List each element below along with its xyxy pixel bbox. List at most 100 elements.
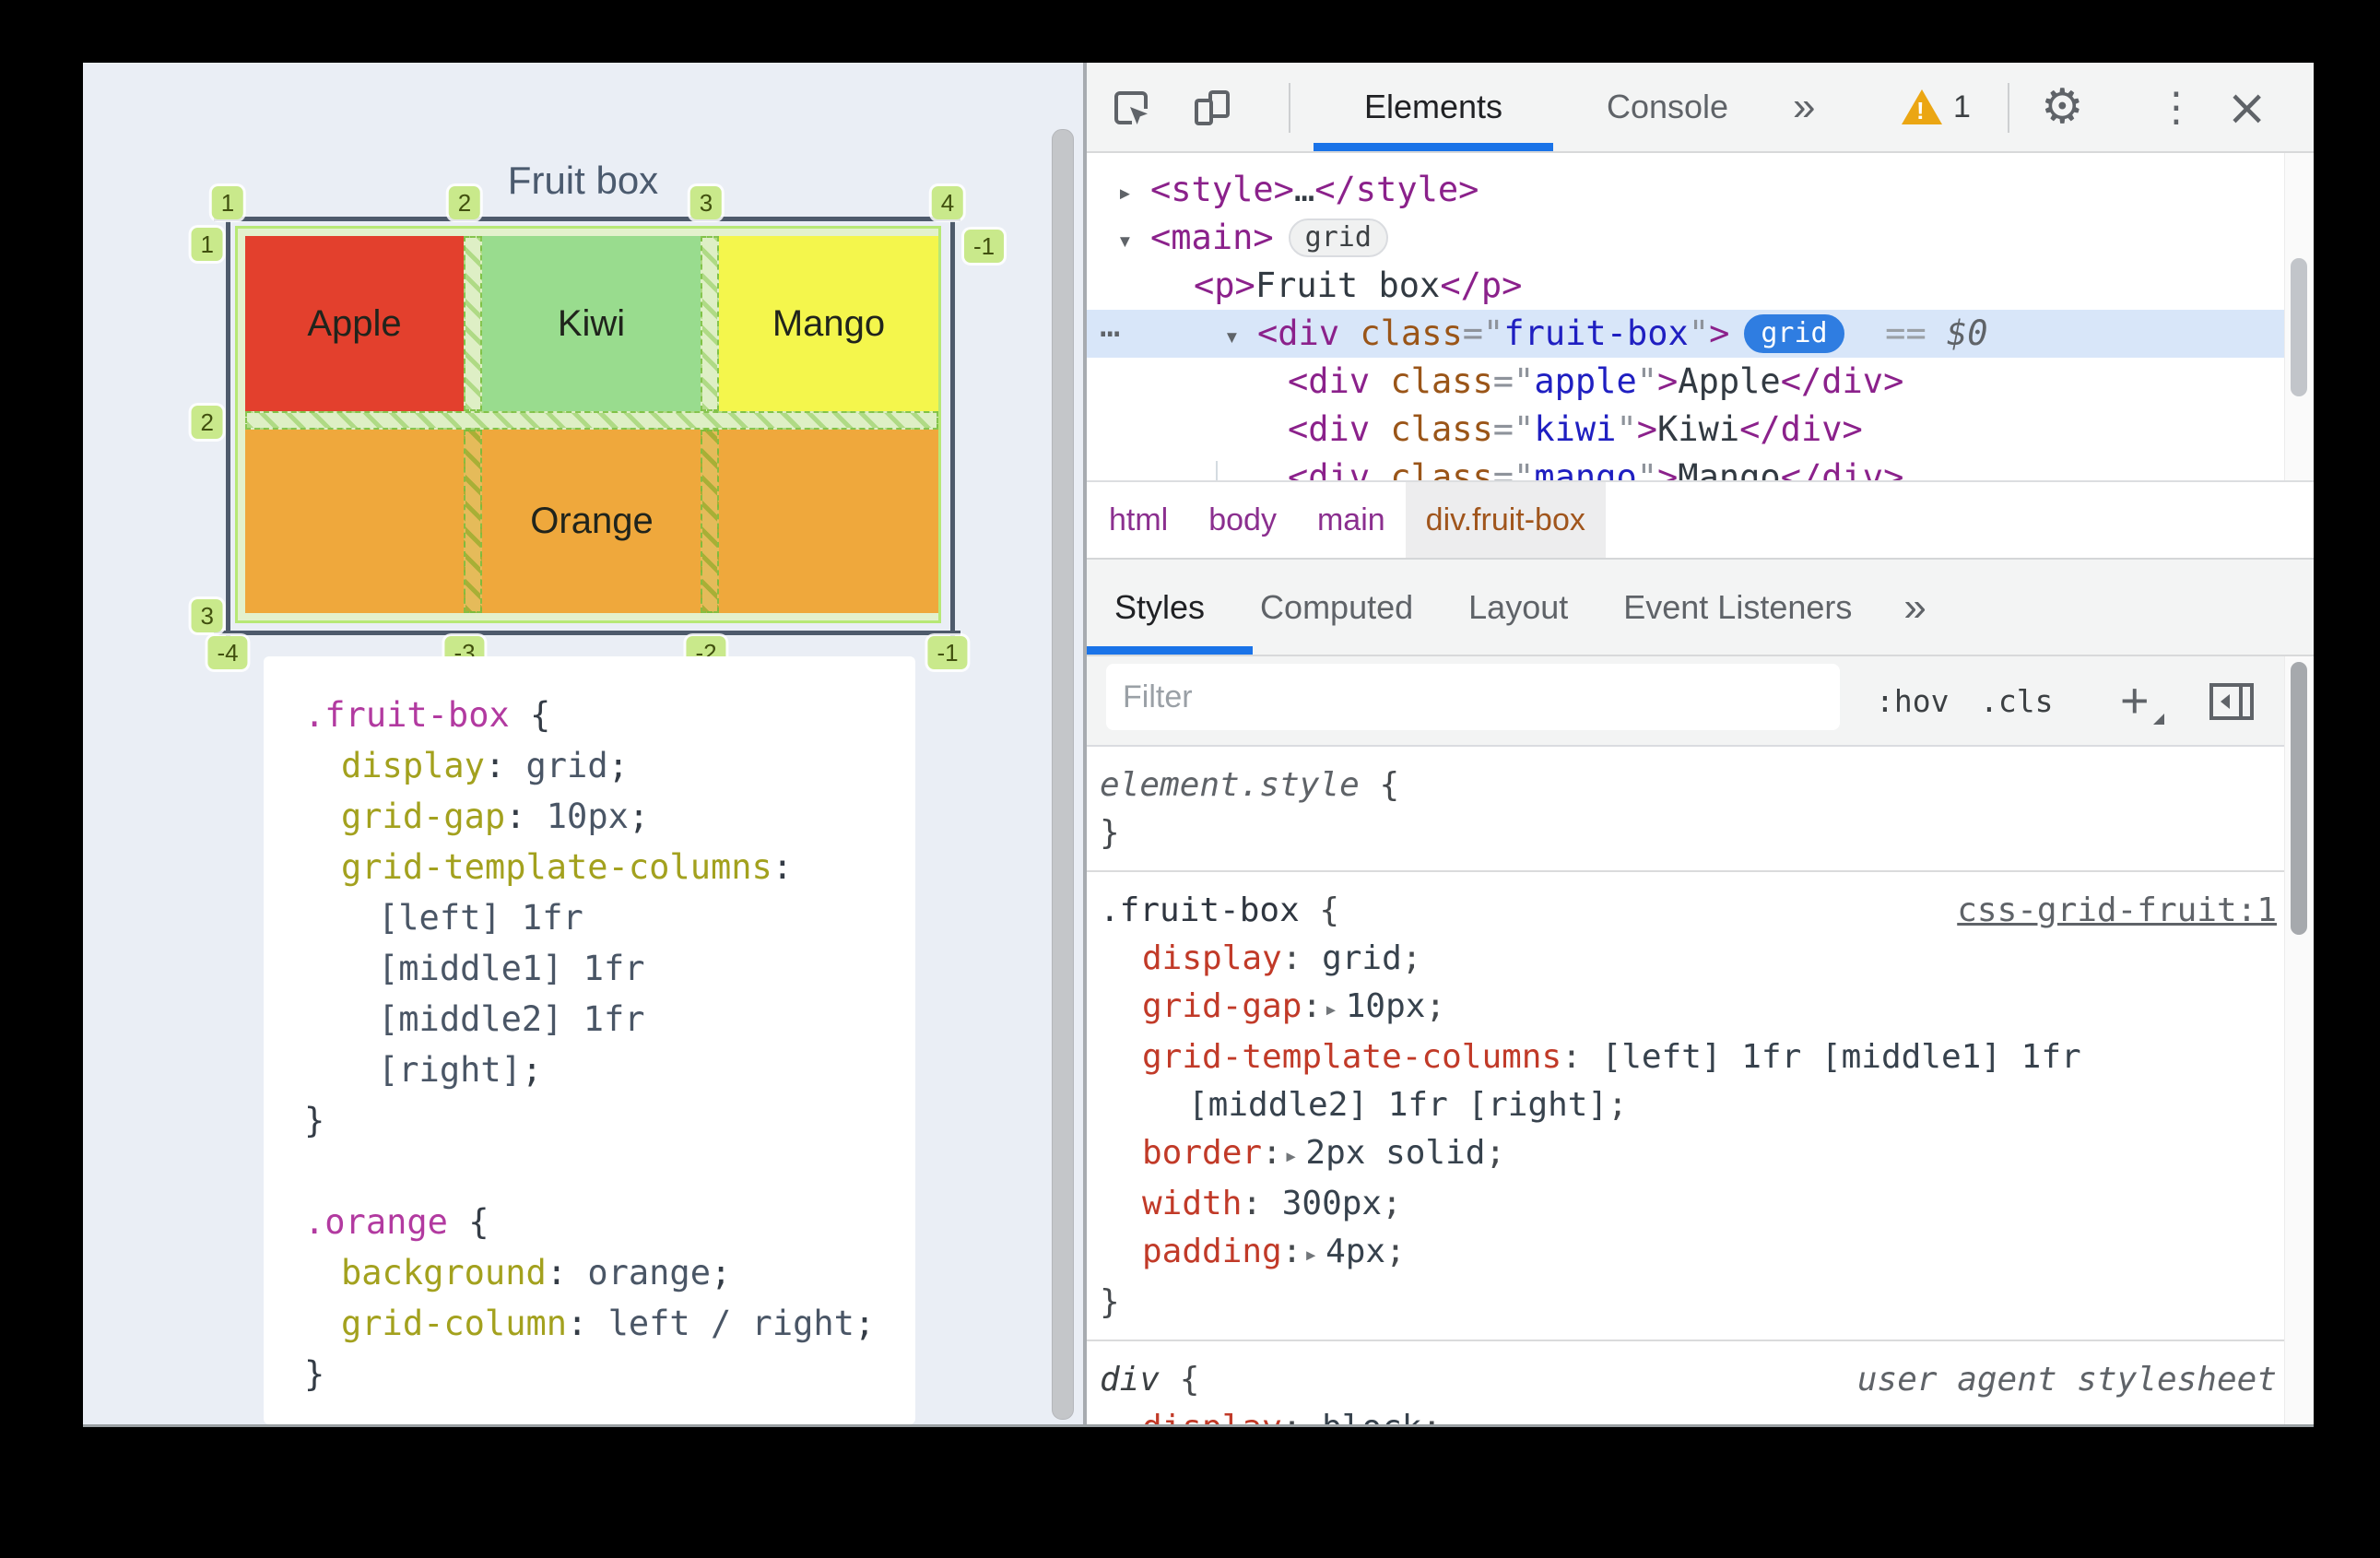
code-token: : [772, 847, 794, 887]
code-token: ; [1485, 1134, 1506, 1172]
inspect-element-icon[interactable] [1109, 86, 1153, 130]
apple-label: Apple [307, 302, 402, 344]
toggle-sidebar-icon[interactable] [2208, 679, 2256, 725]
browser-window: Fruit box Apple Kiwi Mango Orange 1 2 3 … [83, 63, 2314, 1424]
more-tabs-button[interactable]: » [1793, 63, 1815, 151]
kebab-menu-icon[interactable]: ⋮ [2156, 63, 2197, 151]
styles-scrollbar-track[interactable] [2284, 656, 2314, 1424]
code-token: Fruit box [1255, 266, 1441, 305]
warning-counter-button[interactable]: 1 [1902, 63, 1971, 151]
breadcrumb-item-main[interactable]: main [1297, 482, 1406, 558]
code-token: 10px [546, 797, 629, 836]
page-scrollbar-thumb[interactable] [1052, 129, 1074, 1420]
code-token: <div [1288, 457, 1391, 480]
code-line: grid-column: left / right; [304, 1298, 915, 1349]
code-token: <main> [1150, 218, 1274, 257]
code-token: : [1281, 1233, 1302, 1270]
code-token: [right] [378, 1050, 522, 1090]
css-declaration[interactable]: width: 300px; [1100, 1180, 2277, 1228]
orange-label: Orange [530, 501, 654, 541]
device-toolbar-icon[interactable] [1190, 86, 1234, 130]
class-toggle[interactable]: .cls [1980, 656, 2053, 745]
code-line: background: orange; [304, 1247, 915, 1298]
code-token: : [546, 1253, 588, 1292]
css-declaration[interactable]: display: block; [1100, 1404, 2277, 1424]
more-tabs-chevron-icon: » [1793, 84, 1816, 129]
styles-tab-event-listeners[interactable]: Event Listeners [1596, 560, 1879, 655]
code-token: > [1657, 361, 1679, 401]
styles-more-tabs-chevron[interactable]: » [1879, 560, 1950, 655]
code-sample-card: .fruit-box {display: grid; grid-gap: 10px… [264, 656, 915, 1424]
dom-scrollbar-track[interactable] [2284, 153, 2314, 480]
styles-filter-input[interactable] [1106, 664, 1840, 730]
code-line: [left] 1fr [304, 892, 915, 943]
dom-tree-row[interactable]: ⋯ ▾ <div class="fruit-box"> grid == $0 [1087, 310, 2314, 358]
code-token: ; [628, 797, 650, 836]
warning-count: 1 [1953, 89, 1971, 124]
tab-console[interactable]: Console [1585, 63, 1750, 151]
code-token: { [1179, 1361, 1200, 1399]
css-code-block: .orange {background: orange; grid-column:… [304, 1197, 915, 1399]
code-token: class [1390, 409, 1493, 449]
styles-tab-styles[interactable]: Styles [1087, 560, 1232, 655]
code-line: display: grid; [304, 740, 915, 791]
dom-tree-row[interactable]: <div class="mango">Mango</div> [1087, 454, 2314, 480]
mango-label: Mango [772, 302, 886, 344]
breadcrumb-item-body[interactable]: body [1188, 482, 1297, 558]
code-token: { [1379, 766, 1400, 804]
grid-cell-apple: Apple [245, 236, 464, 411]
close-devtools-icon[interactable]: × [2226, 63, 2268, 151]
breadcrumb-item-html[interactable]: html [1089, 482, 1188, 558]
grid-adorner-badge[interactable]: grid [1288, 218, 1388, 257]
code-line: .fruit-box { [304, 690, 915, 740]
dom-tree-row[interactable]: <p>Fruit box</p> [1087, 262, 2314, 310]
code-token: ; [710, 1253, 732, 1292]
dom-tree-row[interactable]: <div class="apple">Apple</div> [1087, 358, 2314, 406]
code-token: <div [1257, 313, 1340, 353]
kiwi-label: Kiwi [557, 302, 626, 344]
code-token: : [1242, 1185, 1282, 1222]
dom-tree-row[interactable]: ▸ <style>…</style> [1087, 166, 2314, 214]
code-token: class [1339, 313, 1463, 353]
dom-row-menu-icon[interactable]: ⋯ [1100, 310, 1120, 358]
styles-scrollbar-thumb[interactable] [2291, 662, 2307, 935]
style-rule-fruit-box-rule[interactable]: css-grid-fruit:1 .fruit-box {display: gri… [1087, 872, 2314, 1341]
grid-line-number-badge: 3 [191, 599, 223, 632]
css-declaration[interactable]: padding:▸ 4px; [1100, 1228, 2277, 1279]
stylesheet-source-link[interactable]: css-grid-fruit:1 [1957, 887, 2277, 935]
css-declaration[interactable]: [middle2] 1fr [right]; [1100, 1081, 2277, 1129]
pseudo-hover-toggle[interactable]: :hov [1876, 656, 1949, 745]
dom-indent-guide [1216, 461, 1218, 480]
styles-tab-computed[interactable]: Computed [1232, 560, 1441, 655]
grid-row-gap-hatch [245, 411, 938, 430]
style-rule-ua-div-rule[interactable]: user agent stylesheet div {display: block… [1087, 1341, 2314, 1424]
code-token: display [1142, 1409, 1282, 1424]
code-token: display [1142, 939, 1282, 977]
new-style-rule-button[interactable]: + [2120, 656, 2163, 745]
rule-header: user agent stylesheet div { [1100, 1356, 2277, 1404]
css-declaration[interactable]: grid-gap:▸ 10px; [1100, 983, 2277, 1033]
grid-line-col-4 [950, 207, 955, 648]
breadcrumb-item-div-fruit-box[interactable]: div.fruit-box [1405, 482, 1606, 558]
grid-adorner-badge[interactable]: grid [1744, 314, 1844, 353]
tab-elements[interactable]: Elements [1314, 63, 1553, 151]
tab-elements-label: Elements [1363, 88, 1503, 125]
css-declaration[interactable]: grid-template-columns: [left] 1fr [middl… [1100, 1033, 2277, 1081]
code-line: .orange { [304, 1197, 915, 1247]
code-token: 10px [1345, 987, 1426, 1025]
code-token: [middle1] 1fr [378, 949, 645, 988]
css-declaration[interactable]: display: grid; [1100, 935, 2277, 983]
styles-tab-layout[interactable]: Layout [1441, 560, 1596, 655]
grid-line-number-badge: -4 [207, 636, 248, 669]
dom-tree-row[interactable]: <div class="kiwi">Kiwi</div> [1087, 406, 2314, 454]
code-token: orange [587, 1253, 711, 1292]
dom-scrollbar-thumb[interactable] [2291, 258, 2307, 396]
style-rule-element-style[interactable]: element.style {} [1087, 747, 2314, 872]
code-token: .orange [304, 1202, 448, 1242]
code-token: { [1319, 891, 1340, 929]
dom-tree-row[interactable]: ▾ <main> grid [1087, 214, 2314, 262]
code-token: > [1636, 409, 1658, 449]
css-declaration[interactable]: border:▸ 2px solid; [1100, 1129, 2277, 1180]
settings-gear-icon[interactable]: ⚙ [2041, 63, 2084, 151]
code-token: ▸ [1283, 1142, 1299, 1170]
